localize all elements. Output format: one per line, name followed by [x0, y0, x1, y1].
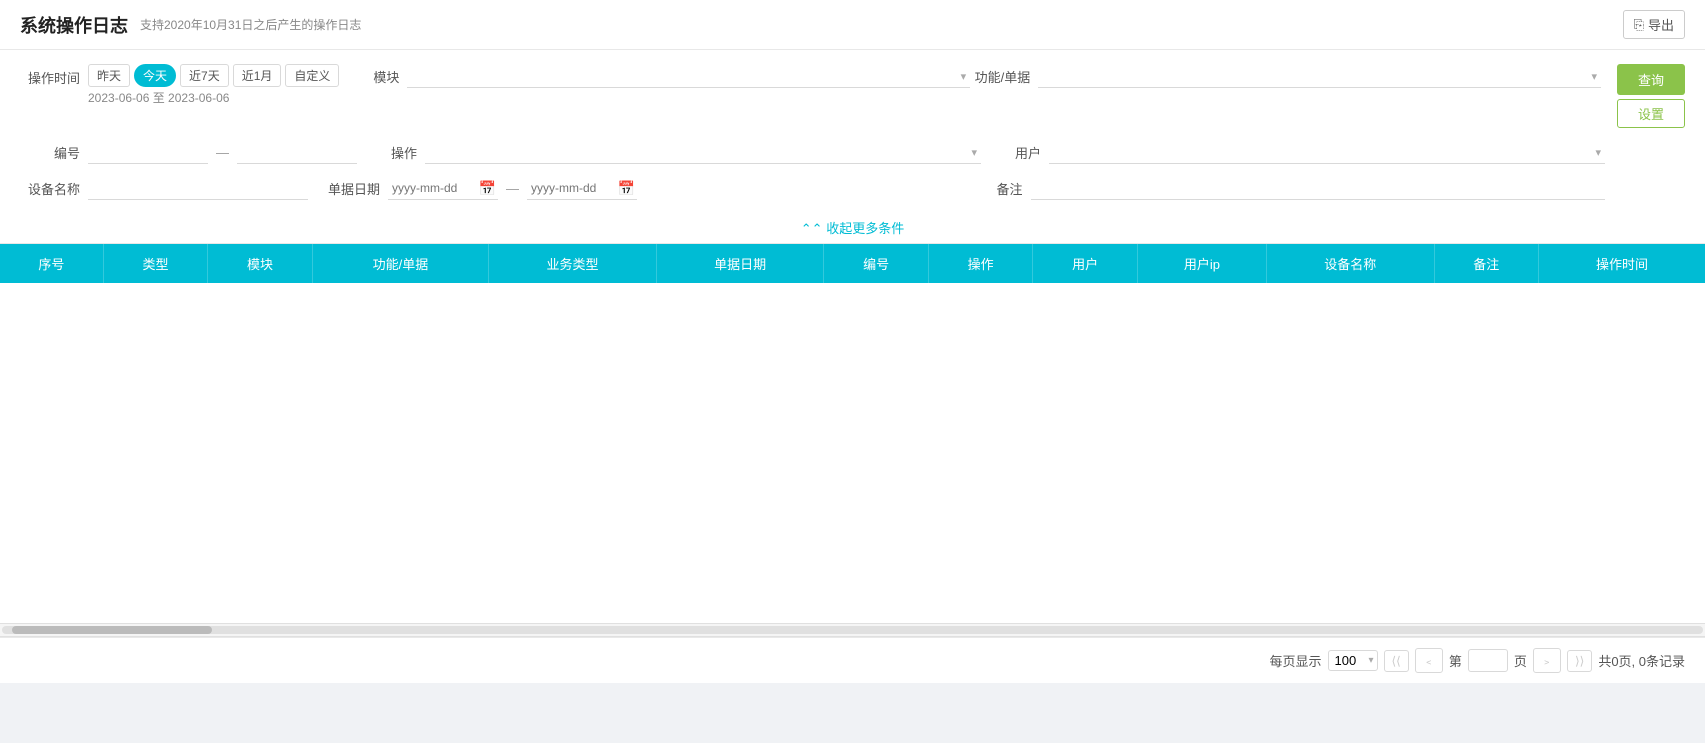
- device-input[interactable]: [88, 176, 308, 200]
- doc-date-dash: —: [506, 181, 519, 196]
- pagination-bar: 每页显示 100 50 200 ▾ ⟨⟨ ﹤ 第 1 页 ﹥ ⟩⟩ 共0页, 0…: [0, 637, 1705, 683]
- table-header-row: 序号类型模块功能/单据业务类型单据日期编号操作用户用户ip设备名称备注操作时间: [0, 244, 1705, 283]
- prev-page-button[interactable]: ﹤: [1415, 648, 1443, 673]
- table-col-序号: 序号: [0, 244, 103, 283]
- time-btn-1month[interactable]: 近1月: [233, 64, 282, 87]
- feature-select[interactable]: [1038, 64, 1601, 88]
- table-col-单据日期: 单据日期: [656, 244, 824, 283]
- export-button[interactable]: ⎘ 导出: [1623, 10, 1685, 39]
- page-unit: 页: [1514, 651, 1527, 670]
- user-label: 用户: [981, 143, 1041, 162]
- table-col-设备名称: 设备名称: [1266, 244, 1434, 283]
- table-col-用户ip: 用户ip: [1137, 244, 1266, 283]
- number-end-input[interactable]: [237, 140, 357, 164]
- collapse-icon: ⌃⌃: [801, 221, 823, 236]
- doc-date-end-input[interactable]: [527, 177, 637, 200]
- scrollbar-track[interactable]: [2, 626, 1703, 634]
- table-col-操作时间: 操作时间: [1539, 244, 1705, 283]
- device-label: 设备名称: [20, 179, 80, 198]
- table-col-编号: 编号: [824, 244, 928, 283]
- doc-date-label: 单据日期: [320, 179, 380, 198]
- number-label: 编号: [20, 143, 80, 162]
- user-select-wrapper: ▾: [1049, 140, 1605, 164]
- table-header: 序号类型模块功能/单据业务类型单据日期编号操作用户用户ip设备名称备注操作时间: [0, 244, 1705, 283]
- feature-select-wrapper: ▾: [1038, 64, 1601, 88]
- table-col-模块: 模块: [208, 244, 312, 283]
- time-buttons-row: 昨天 今天 近7天 近1月 自定义: [88, 64, 339, 87]
- module-select[interactable]: [407, 64, 970, 88]
- date-range-display: 2023-06-06 至 2023-06-06: [88, 89, 339, 106]
- table-col-业务类型: 业务类型: [489, 244, 657, 283]
- operation-select[interactable]: [425, 140, 981, 164]
- time-section: 昨天 今天 近7天 近1月 自定义 2023-06-06 至 2023-06-0…: [88, 64, 339, 106]
- time-btn-7days[interactable]: 近7天: [180, 64, 229, 87]
- operation-label: 操作: [357, 143, 417, 162]
- total-info: 共0页, 0条记录: [1598, 651, 1685, 670]
- next-page-button[interactable]: ﹥: [1533, 648, 1561, 673]
- page-header: 系统操作日志 支持2020年10月31日之后产生的操作日志 ⎘ 导出: [0, 0, 1705, 50]
- time-btn-custom[interactable]: 自定义: [285, 64, 339, 87]
- remark-input[interactable]: [1031, 176, 1606, 200]
- number-start-input[interactable]: [88, 140, 208, 164]
- scrollbar-area[interactable]: [0, 623, 1705, 637]
- header-actions: ⎘ 导出: [1623, 10, 1685, 39]
- time-btn-today[interactable]: 今天: [134, 64, 176, 87]
- table-col-操作: 操作: [928, 244, 1032, 283]
- action-buttons: 查询 设置: [1617, 64, 1685, 128]
- page-label: 第: [1449, 651, 1462, 670]
- last-page-button[interactable]: ⟩⟩: [1567, 650, 1592, 672]
- empty-area: [0, 283, 1705, 623]
- per-page-label: 每页显示: [1269, 651, 1321, 670]
- first-page-button[interactable]: ⟨⟨: [1384, 650, 1409, 672]
- query-button[interactable]: 查询: [1617, 64, 1685, 95]
- per-page-wrapper: 100 50 200 ▾: [1328, 650, 1378, 671]
- feature-label: 功能/单据: [970, 67, 1030, 86]
- per-page-select[interactable]: 100 50 200: [1328, 650, 1378, 671]
- page-title: 系统操作日志: [20, 12, 128, 38]
- table-container: 序号类型模块功能/单据业务类型单据日期编号操作用户用户ip设备名称备注操作时间: [0, 244, 1705, 623]
- remark-label: 备注: [963, 179, 1023, 198]
- page-subtitle: 支持2020年10月31日之后产生的操作日志: [140, 16, 361, 33]
- collapse-label: 收起更多条件: [826, 221, 904, 236]
- settings-button[interactable]: 设置: [1617, 99, 1685, 128]
- scrollbar-thumb[interactable]: [12, 626, 212, 634]
- collapse-bar[interactable]: ⌃⌃ 收起更多条件: [0, 212, 1705, 244]
- table-col-用户: 用户: [1033, 244, 1137, 283]
- time-btn-yesterday[interactable]: 昨天: [88, 64, 130, 87]
- table-col-功能/单据: 功能/单据: [312, 244, 488, 283]
- doc-date-start-input[interactable]: [388, 177, 498, 200]
- data-table: 序号类型模块功能/单据业务类型单据日期编号操作用户用户ip设备名称备注操作时间: [0, 244, 1705, 283]
- table-col-备注: 备注: [1434, 244, 1538, 283]
- time-label: 操作时间: [20, 68, 80, 87]
- module-label: 模块: [339, 67, 399, 86]
- export-icon: ⎘: [1634, 17, 1644, 33]
- user-select[interactable]: [1049, 140, 1605, 164]
- module-select-wrapper: ▾: [407, 64, 970, 88]
- filter-area: 操作时间 昨天 今天 近7天 近1月 自定义 2023-06-06 至 2023…: [0, 50, 1705, 212]
- number-dash: —: [216, 145, 229, 160]
- table-col-类型: 类型: [103, 244, 207, 283]
- operation-select-wrapper: ▾: [425, 140, 981, 164]
- page-number-input[interactable]: 1: [1468, 649, 1508, 672]
